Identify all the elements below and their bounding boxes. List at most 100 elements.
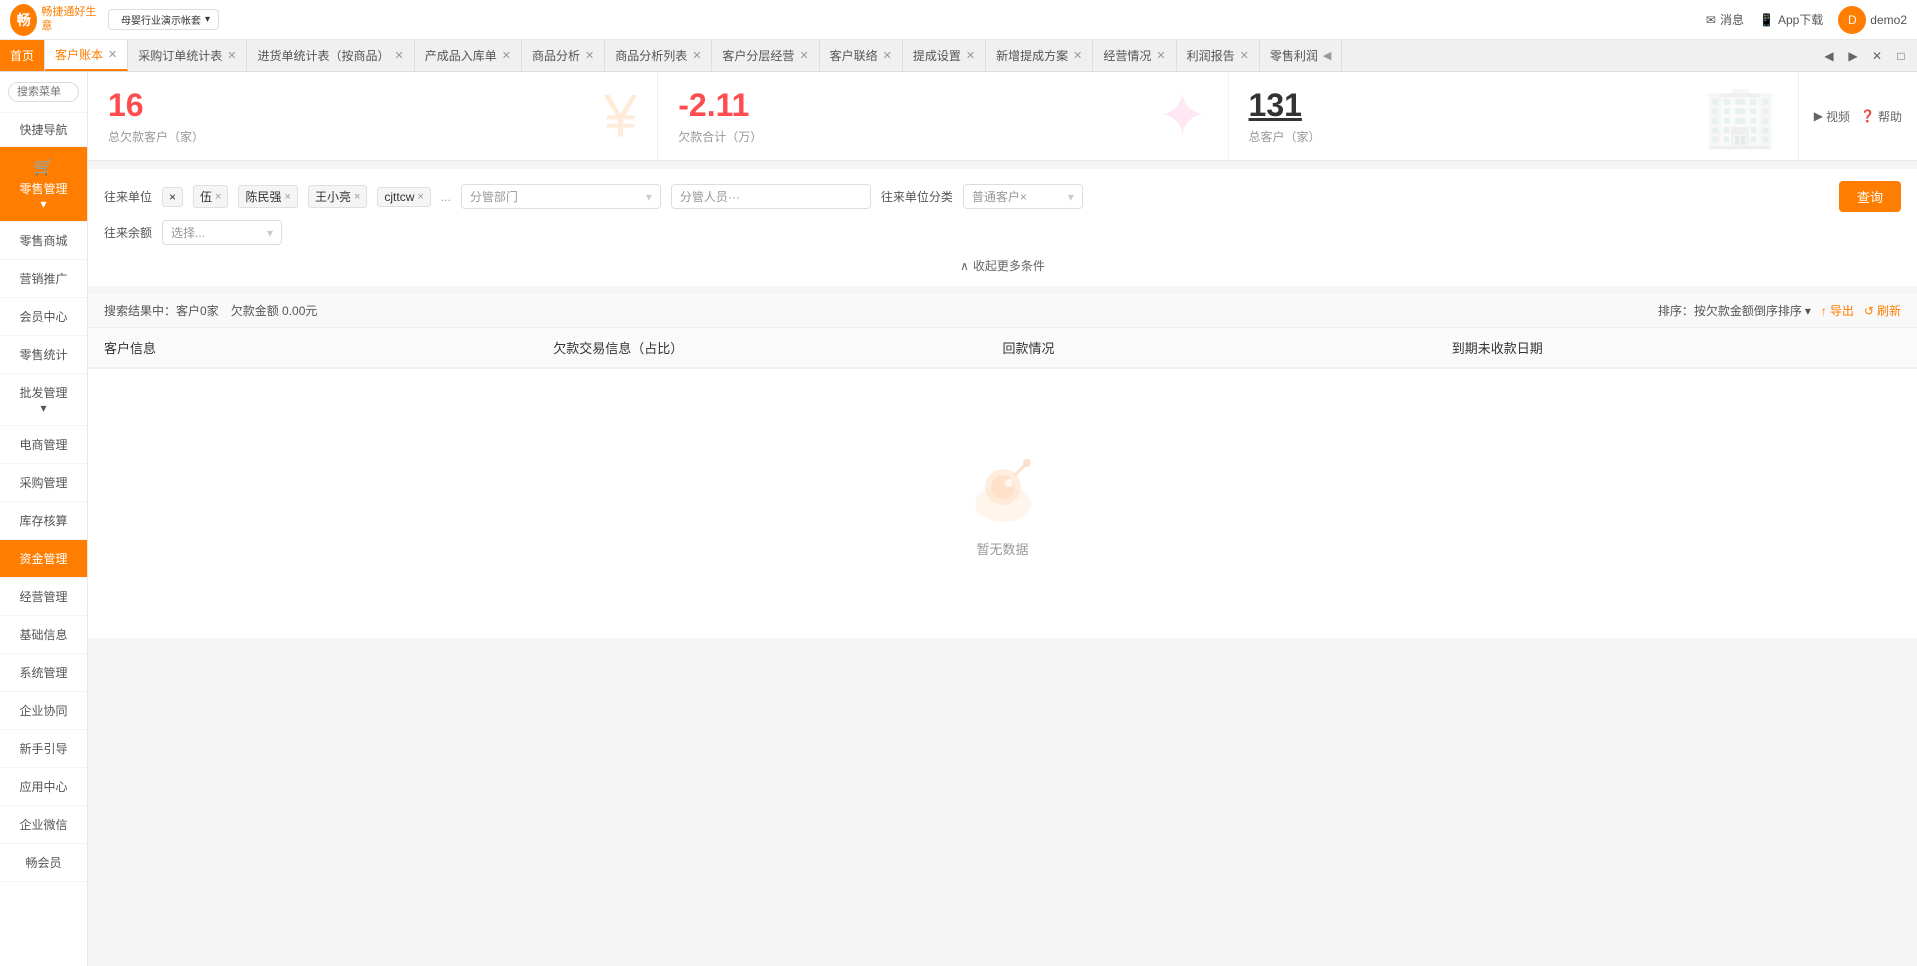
tab-prev-button[interactable]: ◀ (1818, 45, 1840, 67)
tab-expand-button[interactable]: □ (1890, 45, 1912, 67)
remove-wang[interactable]: × (354, 191, 360, 203)
tab-customer-tier[interactable]: 客户分层经营 ✕ (712, 40, 819, 71)
tab-profit-report[interactable]: 利润报告 ✕ (1177, 40, 1260, 71)
sidebar-item-purchase[interactable]: 采购管理 (0, 464, 87, 502)
help-area: ▶ 视频 ❓ 帮助 (1799, 72, 1917, 160)
tab-close-purchase[interactable]: ✕ (227, 49, 236, 62)
balance-label: 往来余额 (104, 224, 152, 241)
sidebar-item-retail-mall[interactable]: 零售商城 (0, 222, 87, 260)
unit-class-selector[interactable]: 普通客户 × ▾ (963, 184, 1083, 209)
export-button[interactable]: ↑ 导出 (1821, 302, 1854, 319)
tab-customers[interactable]: 客户账本 ✕ (45, 40, 128, 71)
tab-close-goods[interactable]: ✕ (585, 49, 594, 62)
account-selector[interactable]: 母婴行业演示帐套 ▾ (108, 9, 219, 30)
search-result-text: 搜索结果中：客户0家 (104, 302, 219, 319)
sidebar-item-inventory[interactable]: 库存核算 (0, 502, 87, 540)
tab-close-business[interactable]: ✕ (1156, 49, 1165, 62)
sidebar-item-enterprise[interactable]: 企业协同 (0, 692, 87, 730)
tab-close-retail-profit[interactable]: ◀ (1323, 49, 1331, 62)
col-repayment-info: 回款情况 (1003, 338, 1452, 357)
logo-area: 畅 畅捷通好生意 (10, 4, 98, 36)
tab-cost-inbound[interactable]: 产成品入库单 ✕ (415, 40, 522, 71)
sidebar-item-member[interactable]: 会员中心 (0, 298, 87, 336)
tab-business-status[interactable]: 经营情况 ✕ (1093, 40, 1176, 71)
collapse-button[interactable]: ∧ 收起更多条件 (960, 257, 1045, 274)
tab-close-incoming[interactable]: ✕ (395, 49, 404, 62)
remove-class[interactable]: × (1020, 190, 1027, 204)
sidebar-item-member2[interactable]: 畅会员 (0, 844, 87, 882)
total-debt-value: -2.11 (678, 87, 749, 124)
sidebar-item-quick-nav[interactable]: 快捷导航 (0, 113, 87, 147)
tab-purchase-order[interactable]: 采购订单统计表 ✕ (128, 40, 247, 71)
data-table: 客户信息 欠款交易信息（占比） 回款情况 到期未收款日期 (88, 328, 1917, 638)
refresh-button[interactable]: ↺ 刷新 (1864, 302, 1901, 319)
sidebar-item-retail[interactable]: 🛒 零售管理 ▾ (0, 147, 87, 222)
message-button[interactable]: ✉ 消息 (1706, 11, 1744, 28)
filter-more[interactable]: ... (441, 190, 451, 204)
tab-close-tier[interactable]: ✕ (799, 49, 808, 62)
unit-label: 往来单位 (104, 188, 152, 205)
sort-selector[interactable]: 排序：按欠款金额倒序排序 ▾ (1658, 302, 1811, 319)
video-button[interactable]: ▶ 视频 (1814, 108, 1850, 125)
stats-bar: ¥ 16 总欠款客户（家） ✦ -2.11 欠款合计（万） 🏢 131 总客户（… (88, 72, 1917, 161)
total-debt-label: 欠款合计（万） (678, 128, 762, 145)
remove-wu[interactable]: × (215, 191, 221, 203)
user-menu[interactable]: D demo2 (1838, 6, 1907, 34)
main-layout: 快捷导航 🛒 零售管理 ▾ 零售商城 营销推广 会员中心 零售统计 批发管理 ▾… (0, 72, 1917, 966)
empty-icon (953, 449, 1053, 529)
total-customers-label: 总欠款客户（家） (108, 128, 204, 145)
dept-arrow-icon: ▾ (646, 190, 652, 204)
play-icon: ▶ (1814, 109, 1823, 123)
help-button[interactable]: ❓ 帮助 (1860, 108, 1902, 125)
filter-tag-unit-default: × (162, 187, 183, 207)
tab-close-profit[interactable]: ✕ (1240, 49, 1249, 62)
tab-proposal-settings[interactable]: 提成设置 ✕ (903, 40, 986, 71)
tab-customer-contact[interactable]: 客户联络 ✕ (820, 40, 903, 71)
sort-arrow-icon: ▾ (1805, 304, 1811, 318)
tab-new-proposal[interactable]: 新增提成方案 ✕ (986, 40, 1093, 71)
tab-close-goods-list[interactable]: ✕ (692, 49, 701, 62)
query-button[interactable]: 查询 (1839, 181, 1901, 212)
tab-retail-profit[interactable]: 零售利润 ◀ (1260, 40, 1342, 71)
tab-incoming-stats[interactable]: 进货单统计表（按商品） ✕ (247, 40, 414, 71)
empty-state: 暂无数据 (88, 369, 1917, 638)
sidebar-item-newuser[interactable]: 新手引导 (0, 730, 87, 768)
remove-cjttcw[interactable]: × (417, 191, 423, 203)
tab-home[interactable]: 首页 (0, 40, 45, 71)
tab-bar: 首页 客户账本 ✕ 采购订单统计表 ✕ 进货单统计表（按商品） ✕ 产成品入库单… (0, 40, 1917, 72)
sidebar-item-operations[interactable]: 经营管理 (0, 578, 87, 616)
remove-chen[interactable]: × (285, 191, 291, 203)
tab-close-customers[interactable]: ✕ (108, 48, 117, 61)
tab-goods-analysis-list[interactable]: 商品分析列表 ✕ (605, 40, 712, 71)
sidebar-item-wechat[interactable]: 企业微信 (0, 806, 87, 844)
app-download-button[interactable]: 📱 App下载 (1759, 11, 1823, 28)
total-clients-label: 总客户（家） (1249, 128, 1321, 145)
balance-selector[interactable]: 选择... ▾ (162, 220, 282, 245)
tab-close-contact[interactable]: ✕ (883, 49, 892, 62)
tab-close-proposal[interactable]: ✕ (966, 49, 975, 62)
filter-section: 往来单位 × 伍 × 陈民强 × 王小亮 × cjttcw (88, 169, 1917, 286)
tab-close-cost[interactable]: ✕ (502, 49, 511, 62)
star-bg-icon: ✦ (1157, 81, 1207, 151)
person-selector[interactable]: 分管人员 ··· (671, 184, 871, 209)
tab-close-all-button[interactable]: ✕ (1866, 45, 1888, 67)
dept-selector[interactable]: 分管部门 ▾ (461, 184, 661, 209)
tab-goods-analysis[interactable]: 商品分析 ✕ (522, 40, 605, 71)
tab-close-new-proposal[interactable]: ✕ (1073, 49, 1082, 62)
sidebar-item-basic-info[interactable]: 基础信息 (0, 616, 87, 654)
col-debt-info: 欠款交易信息（占比） (553, 338, 1002, 357)
tab-next-button[interactable]: ▶ (1842, 45, 1864, 67)
sidebar-item-finance[interactable]: 资金管理 (0, 540, 87, 578)
sidebar-item-app-center[interactable]: 应用中心 (0, 768, 87, 806)
person-dots[interactable]: ··· (728, 190, 740, 204)
sidebar-item-wholesale[interactable]: 批发管理 ▾ (0, 374, 87, 426)
sidebar-item-retail-stats[interactable]: 零售统计 (0, 336, 87, 374)
search-input[interactable] (8, 82, 79, 102)
sidebar-item-system[interactable]: 系统管理 (0, 654, 87, 692)
logo-text: 畅捷通好生意 (41, 6, 98, 32)
balance-arrow-icon: ▾ (267, 226, 273, 240)
top-right: ✉ 消息 📱 App下载 D demo2 (1706, 6, 1907, 34)
sidebar-item-ecommerce[interactable]: 电商管理 (0, 426, 87, 464)
sidebar-item-marketing[interactable]: 营销推广 (0, 260, 87, 298)
filter-tag-cjttcw: cjttcw × (377, 187, 430, 207)
